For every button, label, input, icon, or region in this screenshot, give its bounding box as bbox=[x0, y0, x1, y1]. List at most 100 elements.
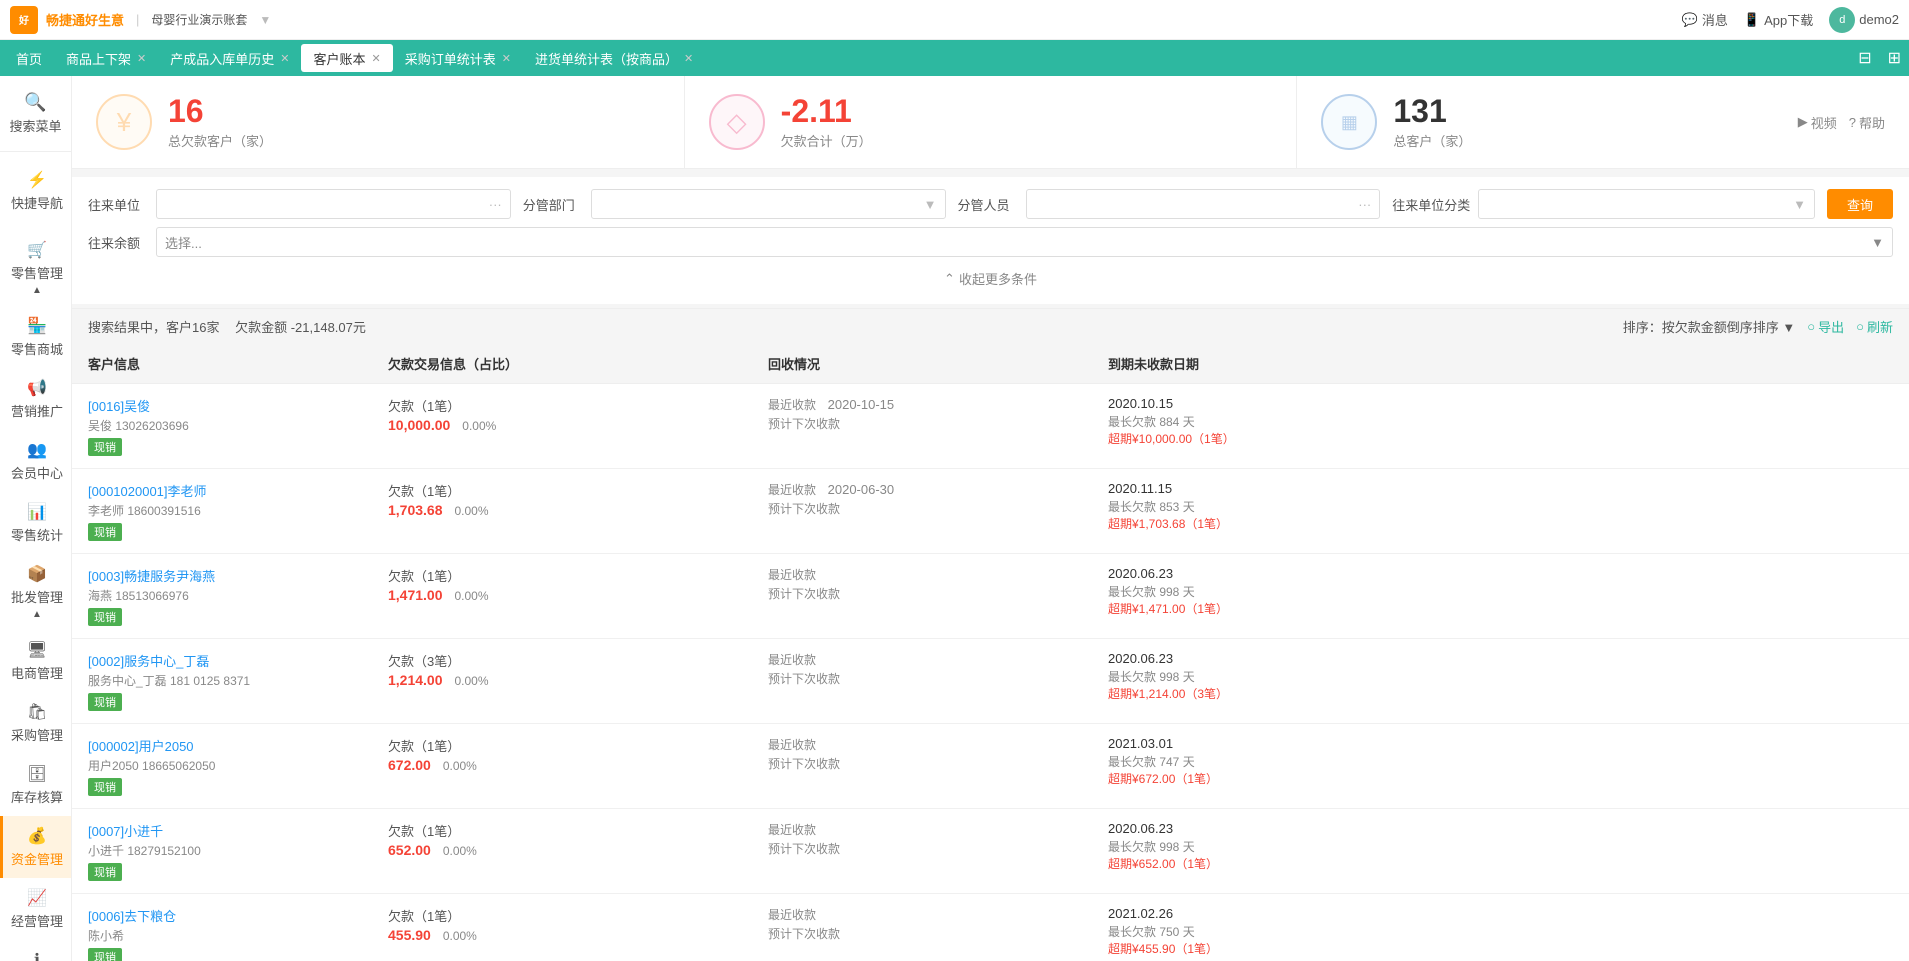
overdue-amount[interactable]: 超期¥1,214.00（3笔） bbox=[1108, 685, 1893, 702]
sidebar-item-finance[interactable]: 💰 资金管理 bbox=[0, 816, 71, 878]
overdue-amount[interactable]: 超期¥672.00（1笔） bbox=[1108, 770, 1893, 787]
tab-purchase-order[interactable]: 采购订单统计表 ✕ bbox=[393, 44, 523, 72]
sidebar-item-retail-mall[interactable]: 🏪 零售商城 bbox=[0, 306, 71, 368]
overdue-amount[interactable]: 超期¥455.90（1笔） bbox=[1108, 940, 1893, 957]
refresh-btn[interactable]: ○ 刷新 bbox=[1856, 317, 1893, 336]
help-btn[interactable]: ? 帮助 bbox=[1849, 113, 1885, 132]
overdue-amount[interactable]: 超期¥1,703.68（1笔） bbox=[1108, 515, 1893, 532]
customer-name[interactable]: [000002]用户2050 bbox=[88, 736, 388, 755]
header-overdue-date: 到期未收款日期 bbox=[1108, 354, 1893, 373]
tab-product-off[interactable]: 商品上下架 ✕ bbox=[54, 44, 158, 72]
customer-name[interactable]: [0007]小进千 bbox=[88, 821, 388, 840]
tab-production-history[interactable]: 产成品入库单历史 ✕ bbox=[158, 44, 301, 72]
customer-tag: 现销 bbox=[88, 948, 122, 961]
tab-home[interactable]: 首页 bbox=[4, 44, 54, 72]
sidebar-item-inventory[interactable]: 🗄 库存核算 bbox=[0, 754, 71, 816]
customer-name[interactable]: [0016]吴俊 bbox=[88, 396, 388, 415]
return-status-cell: 最近收款 2020-06-30 预计下次收款 bbox=[768, 481, 1108, 517]
app-download-btn[interactable]: 📱 App下载 bbox=[1744, 10, 1813, 29]
sidebar-item-batch-mgmt[interactable]: 📦 批发管理 ▲ bbox=[0, 554, 71, 630]
debt-amount: 1,471.00 bbox=[388, 587, 443, 603]
sort-label[interactable]: 排序：按欠款金额倒序排序 ▼ bbox=[1623, 317, 1796, 336]
filter-area: 往来单位 ··· 分管部门 ▼ 分管人员 bbox=[72, 177, 1909, 304]
total-customers-value: 131 bbox=[1393, 95, 1471, 127]
overdue-amount[interactable]: 超期¥652.00（1笔） bbox=[1108, 855, 1893, 872]
customer-name[interactable]: [0003]畅捷服务尹海燕 bbox=[88, 566, 388, 585]
tab-minimize-btn[interactable]: ⊟ bbox=[1854, 48, 1875, 68]
sidebar-item-basic-info[interactable]: ℹ 基础信息 bbox=[0, 940, 71, 961]
help-icon: ? bbox=[1849, 115, 1856, 130]
table-body: [0016]吴俊 吴俊 13026203696 现销 欠款（1笔） 10,000… bbox=[72, 384, 1909, 961]
tab-purchase-stat[interactable]: 进货单统计表（按商品） ✕ bbox=[523, 44, 705, 72]
result-bar-right: 排序：按欠款金额倒序排序 ▼ ○ 导出 ○ 刷新 bbox=[1623, 317, 1893, 336]
overdue-amount[interactable]: 超期¥1,471.00（1笔） bbox=[1108, 600, 1893, 617]
return-info: 最近收款 bbox=[768, 906, 1108, 923]
overdue-amount[interactable]: 超期¥10,000.00（1笔） bbox=[1108, 430, 1893, 447]
sidebar-item-quick-nav[interactable]: ⚡ 快捷导航 bbox=[4, 160, 67, 222]
message-btn[interactable]: 💬 消息 bbox=[1682, 10, 1728, 29]
next-payment: 预计下次收款 bbox=[768, 755, 1108, 772]
debt-count: 欠款（1笔） bbox=[388, 736, 768, 755]
tab-close-2[interactable]: ✕ bbox=[280, 52, 289, 65]
customer-name[interactable]: [0001020001]李老师 bbox=[88, 481, 388, 500]
return-status-cell: 最近收款 预计下次收款 bbox=[768, 651, 1108, 687]
sidebar-item-ecommerce[interactable]: 🖥 电商管理 bbox=[0, 630, 71, 692]
overdue-days: 最长欠款 750 天 bbox=[1108, 923, 1893, 940]
customer-info-cell: [000002]用户2050 用户2050 18665062050 现销 bbox=[88, 736, 388, 796]
source-unit-input[interactable]: ··· bbox=[156, 189, 511, 219]
sidebar-item-purchase[interactable]: 🛍 采购管理 bbox=[0, 692, 71, 754]
customer-name[interactable]: [0002]服务中心_丁磊 bbox=[88, 651, 388, 670]
sidebar-item-retail-mgmt[interactable]: 🛒 零售管理 ▲ bbox=[0, 230, 71, 306]
overdue-date: 2021.02.26 bbox=[1108, 906, 1893, 921]
sidebar-item-member[interactable]: 👥 会员中心 bbox=[0, 430, 71, 492]
mobile-icon: 📱 bbox=[1744, 12, 1760, 28]
refresh-icon: ○ bbox=[1856, 319, 1864, 334]
debt-amount-label: 欠款合计（万） bbox=[781, 131, 872, 150]
table-header: 客户信息 欠款交易信息（占比） 回收情况 到期未收款日期 bbox=[72, 344, 1909, 384]
sidebar-search-btn[interactable]: 🔍 搜索菜单 bbox=[0, 84, 71, 143]
search-button[interactable]: 查询 bbox=[1827, 189, 1893, 219]
overdue-date-cell: 2020.06.23 最长欠款 998 天 超期¥1,471.00（1笔） bbox=[1108, 566, 1893, 617]
overdue-date: 2020.06.23 bbox=[1108, 821, 1893, 836]
balance-select[interactable]: 选择... ▼ bbox=[156, 227, 1893, 257]
person-label: 分管人员 bbox=[958, 195, 1018, 214]
sidebar-item-retail-stat[interactable]: 📊 零售统计 bbox=[0, 492, 71, 554]
debt-amount-icon: ◇ bbox=[709, 94, 765, 150]
customer-info-cell: [0001020001]李老师 李老师 18600391516 现销 bbox=[88, 481, 388, 541]
overdue-date: 2020.06.23 bbox=[1108, 566, 1893, 581]
filter-row-1: 往来单位 ··· 分管部门 ▼ 分管人员 bbox=[88, 189, 1893, 219]
overdue-date-cell: 2021.03.01 最长欠款 747 天 超期¥672.00（1笔） bbox=[1108, 736, 1893, 787]
filter-collapse-btn[interactable]: ⌃ 收起更多条件 bbox=[88, 265, 1893, 292]
person-input[interactable]: ··· bbox=[1026, 189, 1381, 219]
app-logo: 好 bbox=[10, 6, 38, 34]
return-status-cell: 最近收款 预计下次收款 bbox=[768, 566, 1108, 602]
debt-percent: 0.00% bbox=[443, 929, 477, 943]
customer-name[interactable]: [0006]去下粮仓 bbox=[88, 906, 388, 925]
user-menu[interactable]: d demo2 bbox=[1829, 7, 1899, 33]
overdue-date: 2020.06.23 bbox=[1108, 651, 1893, 666]
customer-info-cell: [0007]小进千 小进千 18279152100 现销 bbox=[88, 821, 388, 881]
table-row: [0002]服务中心_丁磊 服务中心_丁磊 181 0125 8371 现销 欠… bbox=[72, 639, 1909, 724]
customer-tag: 现销 bbox=[88, 608, 122, 626]
unit-category-select[interactable]: ▼ bbox=[1478, 189, 1815, 219]
tab-maximize-btn[interactable]: ⊞ bbox=[1884, 48, 1905, 68]
overdue-date: 2021.03.01 bbox=[1108, 736, 1893, 751]
tab-close-1[interactable]: ✕ bbox=[137, 52, 146, 65]
customer-tag: 现销 bbox=[88, 523, 122, 541]
export-btn[interactable]: ○ 导出 bbox=[1807, 317, 1844, 336]
tab-close-4[interactable]: ✕ bbox=[502, 52, 511, 65]
tab-customer-ledger[interactable]: 客户账本 ✕ bbox=[301, 44, 392, 72]
view-btn[interactable]: ▶ 视频 bbox=[1798, 113, 1837, 132]
sidebar-item-operation[interactable]: 📈 经营管理 bbox=[0, 878, 71, 940]
debt-count: 欠款（1笔） bbox=[388, 906, 768, 925]
top-right: 💬 消息 📱 App下载 d demo2 bbox=[1682, 7, 1899, 33]
table-row: [0007]小进千 小进千 18279152100 现销 欠款（1笔） 652.… bbox=[72, 809, 1909, 894]
debt-trade-cell: 欠款（1笔） 652.00 0.00% bbox=[388, 821, 768, 858]
dept-select[interactable]: ▼ bbox=[591, 189, 946, 219]
customer-phone: 小进千 18279152100 bbox=[88, 842, 388, 859]
stat-total-customers-info: 131 总客户（家） bbox=[1393, 95, 1471, 150]
tab-close-3[interactable]: ✕ bbox=[372, 52, 381, 65]
sidebar-item-marketing[interactable]: 📢 营销推广 bbox=[0, 368, 71, 430]
return-status-cell: 最近收款 预计下次收款 bbox=[768, 906, 1108, 942]
tab-close-5[interactable]: ✕ bbox=[684, 52, 693, 65]
